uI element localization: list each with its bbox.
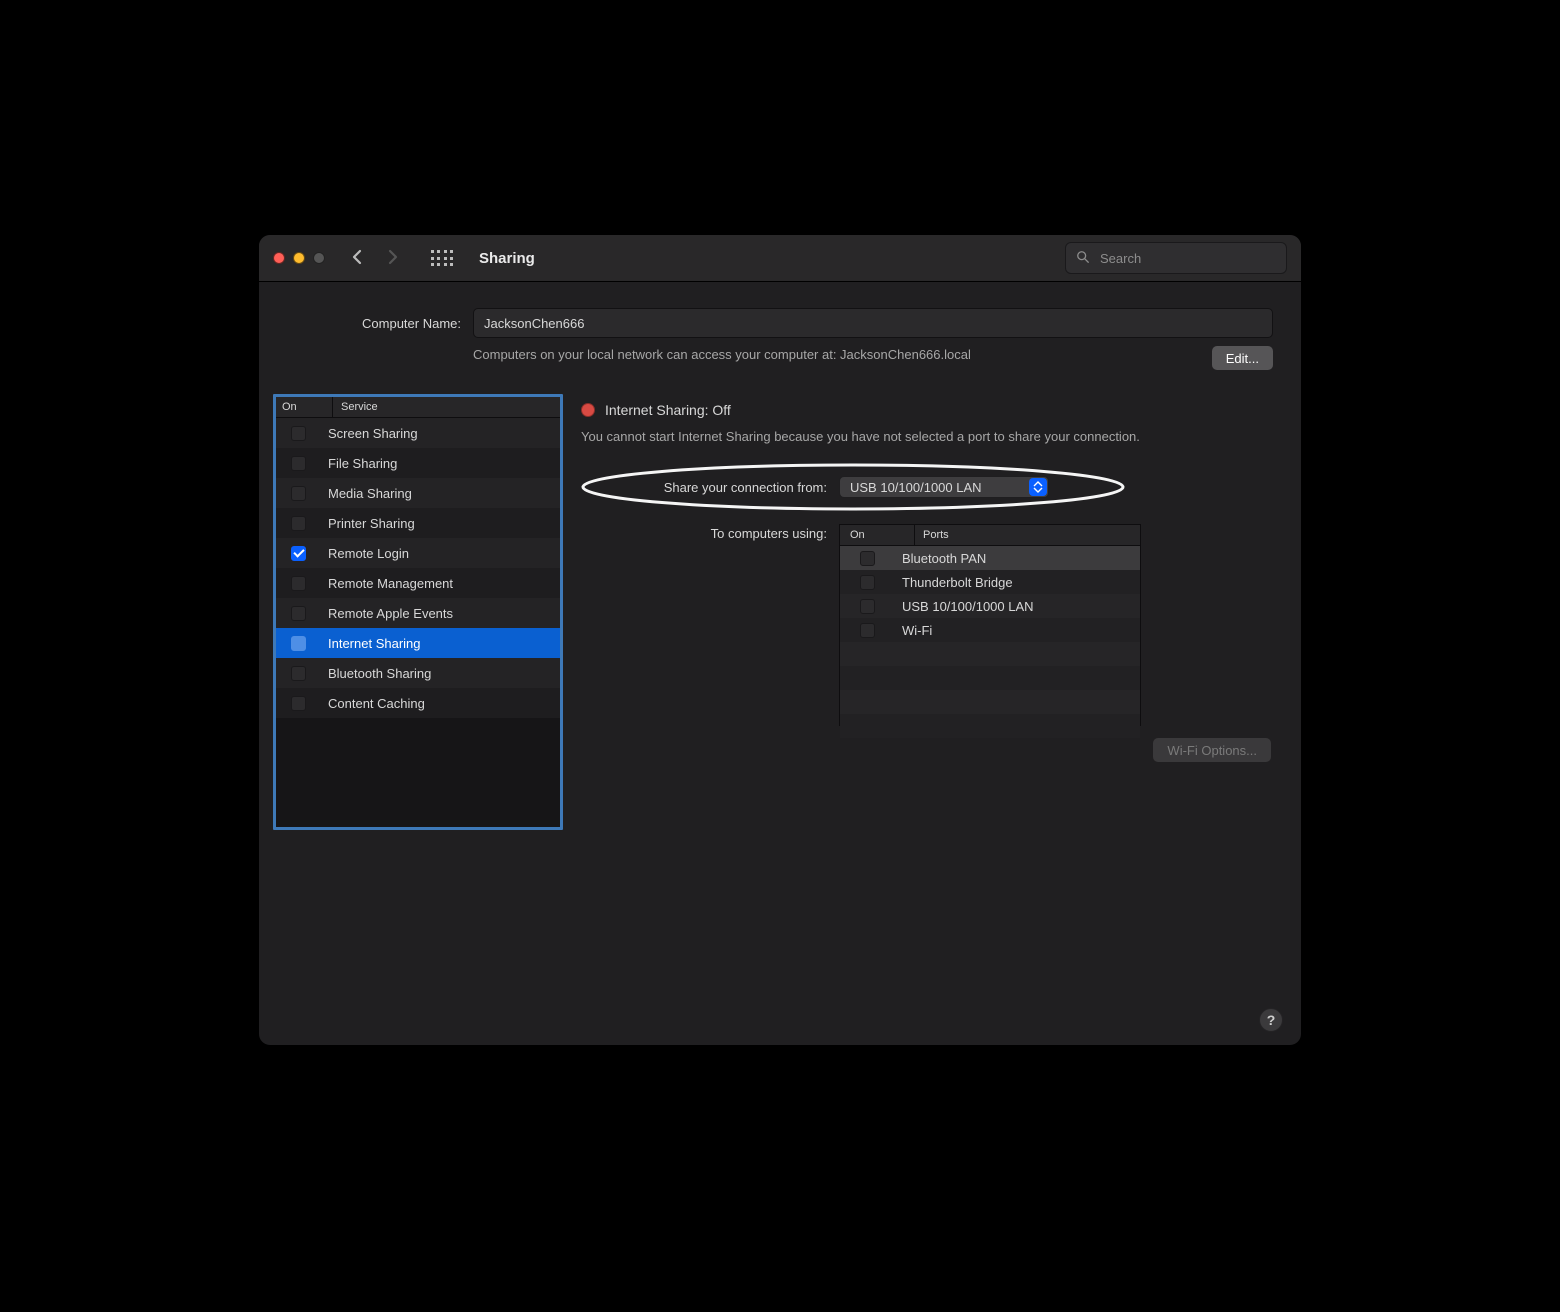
service-toggle[interactable] — [291, 696, 306, 711]
port-label: Wi-Fi — [894, 623, 932, 638]
nav-arrows — [351, 249, 399, 268]
port-row[interactable]: USB 10/100/1000 LAN — [840, 594, 1140, 618]
port-label: Bluetooth PAN — [894, 551, 986, 566]
service-list[interactable]: On Service Screen Sharing File Sharing Med… — [273, 394, 563, 830]
search-input[interactable] — [1098, 250, 1276, 267]
service-row[interactable]: Screen Sharing — [276, 418, 560, 448]
computer-name-input[interactable] — [473, 308, 1273, 338]
service-label: File Sharing — [320, 456, 397, 471]
port-label: USB 10/100/1000 LAN — [894, 599, 1034, 614]
port-row[interactable]: Wi-Fi — [840, 618, 1140, 642]
service-label: Internet Sharing — [320, 636, 421, 651]
ports-list-header: On Ports — [840, 525, 1140, 546]
computer-name-label: Computer Name: — [287, 316, 461, 331]
computer-name-help: Computers on your local network can acce… — [473, 346, 971, 364]
edit-hostname-button[interactable]: Edit... — [1212, 346, 1273, 370]
ports-col-on[interactable]: On — [840, 525, 915, 545]
service-detail: Internet Sharing: Off You cannot start I… — [581, 394, 1287, 983]
service-row[interactable]: Remote Apple Events — [276, 598, 560, 628]
close-icon[interactable] — [273, 252, 285, 264]
service-label: Remote Login — [320, 546, 409, 561]
port-row-empty — [840, 666, 1140, 690]
port-row[interactable]: Bluetooth PAN — [840, 546, 1140, 570]
service-label: Remote Apple Events — [320, 606, 453, 621]
search-field[interactable] — [1065, 242, 1287, 274]
preferences-window: Sharing Computer Name: Computers on your… — [258, 234, 1302, 1046]
ports-list[interactable]: On Ports Bluetooth PAN Thunderbolt Bridge… — [839, 524, 1141, 726]
search-icon — [1076, 250, 1090, 267]
port-row-empty — [840, 714, 1140, 738]
share-from-row: Share your connection from: USB 10/100/1… — [581, 476, 1273, 498]
help-button[interactable]: ? — [1259, 1008, 1283, 1032]
port-toggle[interactable] — [860, 551, 875, 566]
service-row[interactable]: Internet Sharing — [276, 628, 560, 658]
status-label: Internet Sharing: Off — [605, 402, 731, 418]
zoom-icon[interactable] — [313, 252, 325, 264]
port-toggle[interactable] — [860, 575, 875, 590]
to-computers-label: To computers using: — [581, 524, 827, 541]
service-label: Screen Sharing — [320, 426, 418, 441]
service-label: Media Sharing — [320, 486, 412, 501]
service-toggle[interactable] — [291, 606, 306, 621]
service-col-on[interactable]: On — [276, 397, 333, 417]
service-label: Bluetooth Sharing — [320, 666, 431, 681]
service-list-header: On Service — [276, 397, 560, 418]
show-all-icon[interactable] — [431, 250, 453, 266]
service-toggle[interactable] — [291, 426, 306, 441]
service-toggle[interactable] — [291, 486, 306, 501]
service-toggle[interactable] — [291, 666, 306, 681]
window-title: Sharing — [479, 250, 535, 267]
service-toggle[interactable] — [291, 456, 306, 471]
service-toggle[interactable] — [291, 516, 306, 531]
status-description: You cannot start Internet Sharing becaus… — [581, 428, 1141, 446]
share-from-select[interactable]: USB 10/100/1000 LAN — [839, 476, 1049, 498]
service-row[interactable]: Remote Management — [276, 568, 560, 598]
service-row[interactable]: Remote Login — [276, 538, 560, 568]
service-row[interactable]: Bluetooth Sharing — [276, 658, 560, 688]
service-col-name[interactable]: Service — [333, 397, 386, 417]
share-from-label: Share your connection from: — [581, 480, 827, 495]
wifi-options-button[interactable]: Wi-Fi Options... — [1153, 738, 1271, 762]
service-toggle[interactable] — [291, 546, 306, 561]
titlebar: Sharing — [259, 235, 1301, 282]
forward-button[interactable] — [387, 249, 399, 268]
port-label: Thunderbolt Bridge — [894, 575, 1013, 590]
service-row[interactable]: Content Caching — [276, 688, 560, 718]
service-toggle[interactable] — [291, 576, 306, 591]
port-toggle[interactable] — [860, 599, 875, 614]
status-dot-icon — [581, 403, 595, 417]
minimize-icon[interactable] — [293, 252, 305, 264]
service-row[interactable]: Printer Sharing — [276, 508, 560, 538]
port-row[interactable]: Thunderbolt Bridge — [840, 570, 1140, 594]
ports-col-name[interactable]: Ports — [915, 525, 957, 545]
service-label: Remote Management — [320, 576, 453, 591]
computer-name-section: Computer Name: Computers on your local n… — [259, 282, 1301, 388]
service-row[interactable]: Media Sharing — [276, 478, 560, 508]
chevron-updown-icon — [1029, 478, 1047, 496]
back-button[interactable] — [351, 249, 363, 268]
port-row-empty — [840, 642, 1140, 666]
window-controls — [273, 252, 325, 264]
service-toggle[interactable] — [291, 636, 306, 651]
service-label: Content Caching — [320, 696, 425, 711]
service-row[interactable]: File Sharing — [276, 448, 560, 478]
port-toggle[interactable] — [860, 623, 875, 638]
port-row-empty — [840, 690, 1140, 714]
service-label: Printer Sharing — [320, 516, 415, 531]
